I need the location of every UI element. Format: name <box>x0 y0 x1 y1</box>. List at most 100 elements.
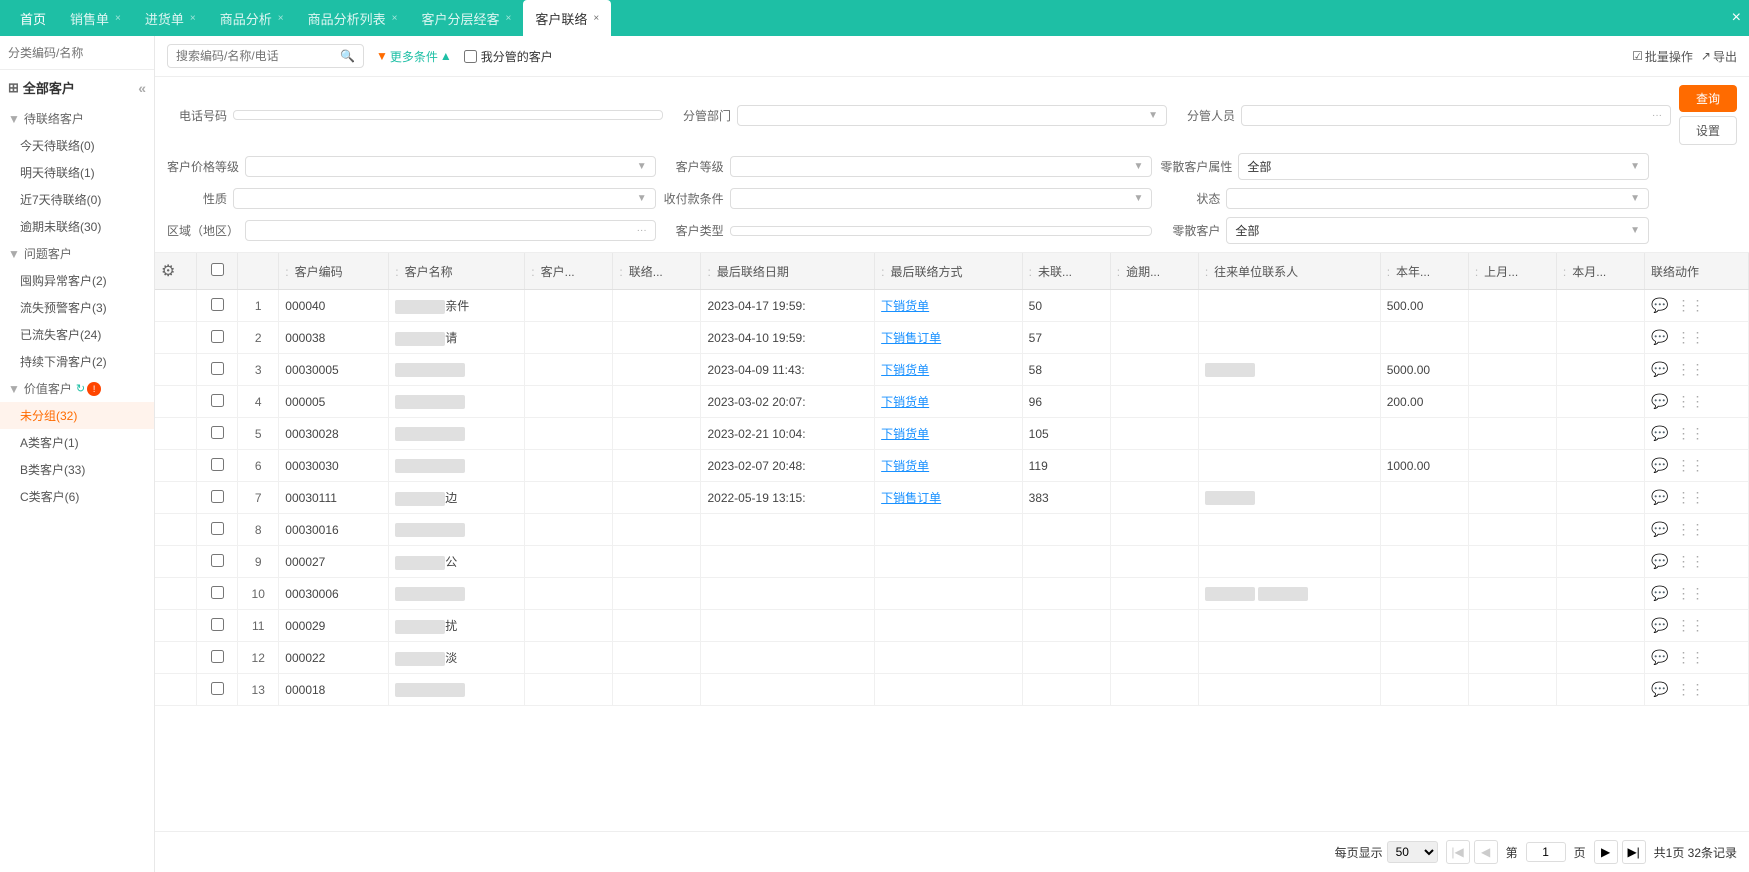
nature-input[interactable]: ▼ <box>233 188 656 209</box>
first-page-btn[interactable]: |◀ <box>1446 840 1470 864</box>
sidebar-item-7days[interactable]: 近7天待联络(0) <box>0 186 154 213</box>
next-page-btn[interactable]: ▶ <box>1594 840 1618 864</box>
chat-icon[interactable]: 💬 <box>1651 553 1668 570</box>
tab-customer-segment[interactable]: 客户分层经客 × <box>409 0 523 36</box>
row-checkbox[interactable] <box>211 650 224 663</box>
export-btn[interactable]: ↗ 导出 <box>1701 48 1737 65</box>
chat-icon[interactable]: 💬 <box>1651 457 1668 474</box>
sidebar-item-lost[interactable]: 已流失客户(24) <box>0 321 154 348</box>
my-customers-check[interactable] <box>464 50 477 63</box>
row-checkbox[interactable] <box>211 362 224 375</box>
chat-icon[interactable]: 💬 <box>1651 297 1668 314</box>
all-customers-header[interactable]: ⊞ 全部客户 « <box>0 70 154 105</box>
row-checkbox[interactable] <box>211 490 224 503</box>
sidebar-item-b-class[interactable]: B类客户(33) <box>0 456 154 483</box>
contact-way-link[interactable]: 下销货单 <box>881 395 929 409</box>
page-size-select[interactable]: 50 100 200 <box>1387 841 1438 863</box>
tab-analysis[interactable]: 商品分析 × <box>208 0 296 36</box>
chat-icon[interactable]: 💬 <box>1651 489 1668 506</box>
more-icon[interactable]: ⋮⋮ <box>1676 553 1704 570</box>
row-checkbox[interactable] <box>211 458 224 471</box>
more-icon[interactable]: ⋮⋮ <box>1676 617 1704 634</box>
customer-level-input[interactable]: ▼ <box>730 156 1153 177</box>
more-icon[interactable]: ⋮⋮ <box>1676 297 1704 314</box>
retail-attr-input[interactable]: 全部 ▼ <box>1238 153 1649 180</box>
sidebar-item-a-class[interactable]: A类客户(1) <box>0 429 154 456</box>
chat-icon[interactable]: 💬 <box>1651 361 1668 378</box>
contact-way-link[interactable]: 下销售订单 <box>881 331 941 345</box>
tab-customer-segment-close[interactable]: × <box>505 13 511 24</box>
chat-icon[interactable]: 💬 <box>1651 617 1668 634</box>
customer-type-input[interactable] <box>730 226 1153 236</box>
payment-input[interactable]: ▼ <box>730 188 1153 209</box>
tab-customer-contact-close[interactable]: × <box>593 13 599 24</box>
row-checkbox[interactable] <box>211 426 224 439</box>
contact-way-link[interactable]: 下销货单 <box>881 299 929 313</box>
row-checkbox[interactable] <box>211 298 224 311</box>
more-icon[interactable]: ⋮⋮ <box>1676 361 1704 378</box>
chat-icon[interactable]: 💬 <box>1651 393 1668 410</box>
manager-input[interactable]: ··· <box>1241 105 1671 126</box>
contact-way-link[interactable]: 下销货单 <box>881 363 929 377</box>
tab-sales[interactable]: 销售单 × <box>58 0 133 36</box>
chat-icon[interactable]: 💬 <box>1651 521 1668 538</box>
region-input[interactable]: ··· <box>245 220 656 241</box>
contact-way-link[interactable]: 下销售订单 <box>881 491 941 505</box>
more-icon[interactable]: ⋮⋮ <box>1676 649 1704 666</box>
sidebar-item-declining[interactable]: 持续下滑客户(2) <box>0 348 154 375</box>
tab-purchase[interactable]: 进货单 × <box>133 0 208 36</box>
sidebar-search-input[interactable] <box>8 46 155 60</box>
sidebar-item-c-class[interactable]: C类客户(6) <box>0 483 154 510</box>
phone-input[interactable] <box>233 110 663 120</box>
tab-purchase-close[interactable]: × <box>190 13 196 24</box>
reset-button[interactable]: 设置 <box>1679 116 1737 145</box>
dept-input[interactable]: ▼ <box>737 105 1167 126</box>
tab-analysis-list-close[interactable]: × <box>392 13 398 24</box>
chat-icon[interactable]: 💬 <box>1651 585 1668 602</box>
page-input[interactable]: 1 <box>1526 842 1566 862</box>
sidebar-item-abnormal[interactable]: 囤购异常客户(2) <box>0 267 154 294</box>
sidebar-item-churn-warning[interactable]: 流失预警客户(3) <box>0 294 154 321</box>
status-input[interactable]: ▼ <box>1226 188 1649 209</box>
sidebar-item-ungroup[interactable]: 未分组(32) <box>0 402 154 429</box>
chat-icon[interactable]: 💬 <box>1651 649 1668 666</box>
close-all-button[interactable]: × <box>1732 9 1741 27</box>
row-checkbox[interactable] <box>211 330 224 343</box>
tab-analysis-list[interactable]: 商品分析列表 × <box>296 0 410 36</box>
last-page-btn[interactable]: ▶| <box>1622 840 1646 864</box>
name-col[interactable]: : 客户名称 <box>389 253 525 290</box>
my-customers-checkbox[interactable]: 我分管的客户 <box>464 48 553 65</box>
sidebar-collapse-btn[interactable]: « <box>138 80 146 96</box>
code-col[interactable]: : 客户编码 <box>279 253 389 290</box>
query-button[interactable]: 查询 <box>1679 85 1737 112</box>
more-icon[interactable]: ⋮⋮ <box>1676 585 1704 602</box>
sidebar-item-tomorrow[interactable]: 明天待联络(1) <box>0 159 154 186</box>
value-customers-section[interactable]: ▼ 价值客户 ↻ ! <box>0 375 154 402</box>
retail-customer-input[interactable]: 全部 ▼ <box>1226 217 1649 244</box>
price-level-input[interactable]: ▼ <box>245 156 656 177</box>
value-refresh-icon[interactable]: ↻ <box>76 382 85 395</box>
sidebar-item-today[interactable]: 今天待联络(0) <box>0 132 154 159</box>
chat-icon[interactable]: 💬 <box>1651 681 1668 698</box>
pending-contact-section[interactable]: ▼ 待联络客户 <box>0 105 154 132</box>
more-icon[interactable]: ⋮⋮ <box>1676 681 1704 698</box>
more-conditions-btn[interactable]: ▼ 更多条件 ▲ <box>376 48 452 65</box>
tab-analysis-close[interactable]: × <box>278 13 284 24</box>
row-checkbox[interactable] <box>211 394 224 407</box>
more-icon[interactable]: ⋮⋮ <box>1676 425 1704 442</box>
more-icon[interactable]: ⋮⋮ <box>1676 329 1704 346</box>
settings-icon[interactable]: ⚙ <box>161 263 175 280</box>
batch-op-btn[interactable]: ☑ 批量操作 <box>1632 48 1693 65</box>
row-checkbox[interactable] <box>211 554 224 567</box>
more-icon[interactable]: ⋮⋮ <box>1676 521 1704 538</box>
prev-page-btn[interactable]: ◀ <box>1474 840 1498 864</box>
tab-sales-close[interactable]: × <box>115 13 121 24</box>
more-icon[interactable]: ⋮⋮ <box>1676 457 1704 474</box>
problem-customers-section[interactable]: ▼ 问题客户 <box>0 240 154 267</box>
chat-icon[interactable]: 💬 <box>1651 329 1668 346</box>
contact-way-link[interactable]: 下销货单 <box>881 459 929 473</box>
more-icon[interactable]: ⋮⋮ <box>1676 489 1704 506</box>
sidebar-item-overdue[interactable]: 逾期未联络(30) <box>0 213 154 240</box>
search-input[interactable] <box>176 49 336 63</box>
row-checkbox[interactable] <box>211 522 224 535</box>
